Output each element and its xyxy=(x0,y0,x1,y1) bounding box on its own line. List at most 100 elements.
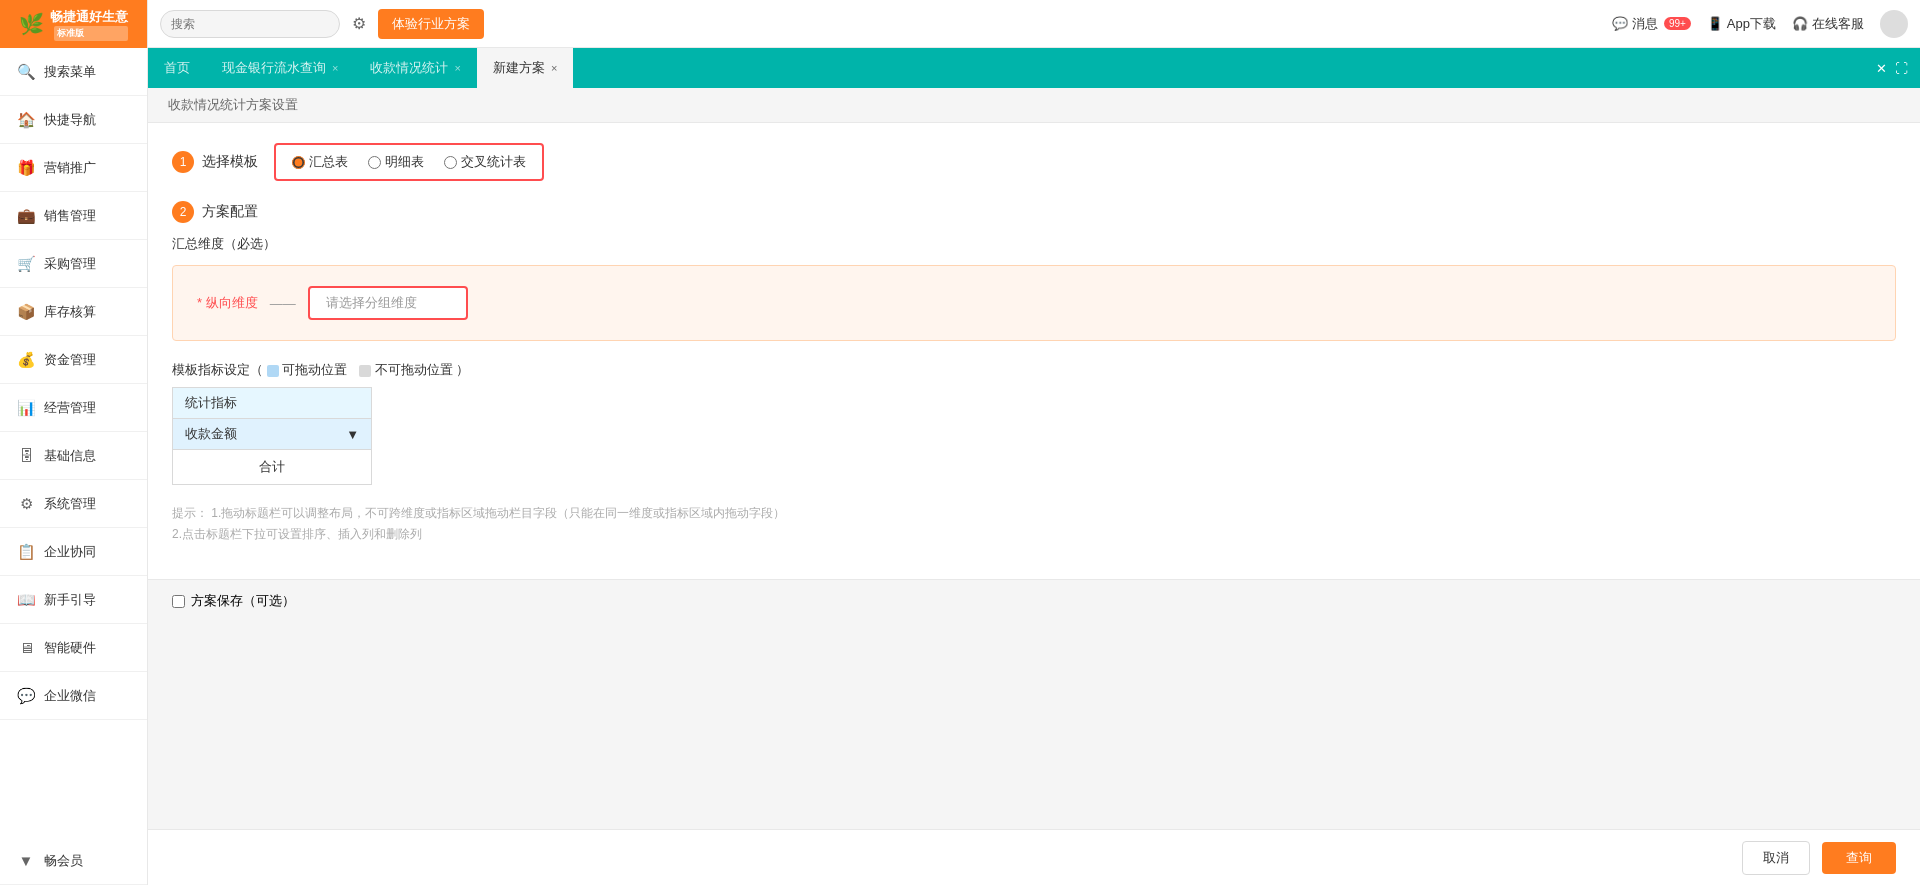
tab-receipts[interactable]: 收款情况统计 × xyxy=(354,48,476,88)
window-expand-icon[interactable]: ⛶ xyxy=(1895,61,1908,76)
radio-cross[interactable]: 交叉统计表 xyxy=(444,153,526,171)
database-icon: 🗄 xyxy=(16,447,36,464)
tab-receipts-close[interactable]: × xyxy=(454,62,460,74)
support-item[interactable]: 🎧 在线客服 xyxy=(1792,15,1864,33)
dimension-row: * 纵向维度 —— 请选择分组维度 xyxy=(197,286,1871,320)
query-button[interactable]: 查询 xyxy=(1822,842,1896,874)
logo-icon: 🌿 xyxy=(19,12,44,36)
stats-col1-header[interactable]: 收款金额 ▼ xyxy=(173,419,371,450)
wechat-icon: 💬 xyxy=(16,687,36,705)
support-icon: 🎧 xyxy=(1792,16,1808,31)
radio-summary[interactable]: 汇总表 xyxy=(292,153,348,171)
sidebar-logo: 🌿 畅捷通好生意 标准版 xyxy=(0,0,147,48)
sidebar-item-label: 畅会员 xyxy=(44,852,83,870)
dimension-placeholder: 请选择分组维度 xyxy=(326,295,417,310)
window-close-icon[interactable]: ✕ xyxy=(1876,61,1887,76)
metrics-label: 模板指标设定（ 可拖动位置 不可拖动位置 ） xyxy=(172,361,1896,379)
topbar-left: ⚙ 体验行业方案 xyxy=(160,9,484,39)
step2-label: 方案配置 xyxy=(202,203,258,221)
sidebar-item-collab[interactable]: 📋 企业协同 xyxy=(0,528,147,576)
drag-dot-blue-demo xyxy=(267,365,279,377)
tab-cashflow-label: 现金银行流水查询 xyxy=(222,59,326,77)
stats-header-label: 统计指标 xyxy=(185,394,237,412)
sidebar-item-guide[interactable]: 📖 新手引导 xyxy=(0,576,147,624)
sidebar-item-search[interactable]: 🔍 搜索菜单 xyxy=(0,48,147,96)
metrics-draggable-label: 可拖动位置 xyxy=(282,362,347,377)
tab-home[interactable]: 首页 xyxy=(148,48,206,88)
tips-section: 提示： 1.拖动标题栏可以调整布局，不可跨维度或指标区域拖动栏目字段（只能在同一… xyxy=(172,505,1896,559)
box-icon: 📦 xyxy=(16,303,36,321)
sidebar-item-label: 智能硬件 xyxy=(44,639,96,657)
sidebar-item-sales[interactable]: 💼 销售管理 xyxy=(0,192,147,240)
dimension-area: * 纵向维度 —— 请选择分组维度 xyxy=(172,265,1896,341)
sidebar-item-quicknav[interactable]: 🏠 快捷导航 xyxy=(0,96,147,144)
stats-header: 统计指标 xyxy=(173,388,371,419)
home-icon: 🏠 xyxy=(16,111,36,129)
radio-detail-input[interactable] xyxy=(368,156,381,169)
search-icon: 🔍 xyxy=(16,63,36,81)
sidebar-item-wechat[interactable]: 💬 企业微信 xyxy=(0,672,147,720)
radio-summary-label[interactable]: 汇总表 xyxy=(309,153,348,171)
radio-detail-label[interactable]: 明细表 xyxy=(385,153,424,171)
hardware-icon: 🖥 xyxy=(16,639,36,656)
topbar-right: 💬 消息 99+ 📱 App下载 🎧 在线客服 xyxy=(1612,10,1908,38)
stats-table: 统计指标 收款金额 ▼ 合计 xyxy=(172,387,372,485)
radio-summary-input[interactable] xyxy=(292,156,305,169)
sales-icon: 💼 xyxy=(16,207,36,225)
sidebar-item-purchase[interactable]: 🛒 采购管理 xyxy=(0,240,147,288)
step1-number: 1 xyxy=(172,151,194,173)
sidebar-item-system[interactable]: ⚙ 系统管理 xyxy=(0,480,147,528)
radio-detail[interactable]: 明细表 xyxy=(368,153,424,171)
tab-newplan-close[interactable]: × xyxy=(551,62,557,74)
tab-home-label: 首页 xyxy=(164,59,190,77)
tab-receipts-label: 收款情况统计 xyxy=(370,59,448,77)
tab-cashflow[interactable]: 现金银行流水查询 × xyxy=(206,48,354,88)
chart-icon: 📊 xyxy=(16,399,36,417)
sidebar-item-base[interactable]: 🗄 基础信息 xyxy=(0,432,147,480)
radio-cross-input[interactable] xyxy=(444,156,457,169)
save-checkbox[interactable] xyxy=(172,595,185,608)
step2-row: 2 方案配置 xyxy=(172,201,1896,223)
sidebar-item-label: 新手引导 xyxy=(44,591,96,609)
industry-button[interactable]: 体验行业方案 xyxy=(378,9,484,39)
message-item[interactable]: 💬 消息 99+ xyxy=(1612,15,1691,33)
dimension-select[interactable]: 请选择分组维度 xyxy=(308,286,468,320)
tab-newplan[interactable]: 新建方案 × xyxy=(477,48,573,88)
tabbar: 首页 现金银行流水查询 × 收款情况统计 × 新建方案 × ✕ ⛶ xyxy=(148,48,1920,88)
cart-icon: 🛒 xyxy=(16,255,36,273)
step1-row: 1 选择模板 汇总表 明细表 交叉统计表 xyxy=(172,143,1896,181)
collab-icon: 📋 xyxy=(16,543,36,561)
sidebar-item-label: 企业协同 xyxy=(44,543,96,561)
stats-dropdown-icon[interactable]: ▼ xyxy=(346,427,359,442)
avatar[interactable] xyxy=(1880,10,1908,38)
cancel-button[interactable]: 取消 xyxy=(1742,841,1810,875)
guide-icon: 📖 xyxy=(16,591,36,609)
search-input[interactable] xyxy=(160,10,340,38)
sidebar-item-marketing[interactable]: 🎁 营销推广 xyxy=(0,144,147,192)
tip-2: 2.点击标题栏下拉可设置排序、插入列和删除列 xyxy=(172,526,1896,543)
sidebar-item-finance[interactable]: 💰 资金管理 xyxy=(0,336,147,384)
tip-1: 提示： 1.拖动标题栏可以调整布局，不可跨维度或指标区域拖动栏目字段（只能在同一… xyxy=(172,505,1896,522)
app-download-item[interactable]: 📱 App下载 xyxy=(1707,15,1776,33)
tab-newplan-label: 新建方案 xyxy=(493,59,545,77)
settings-icon: ⚙ xyxy=(16,495,36,513)
drag-dot-gray-demo xyxy=(359,365,371,377)
save-row: 方案保存（可选） xyxy=(148,579,1920,622)
page-title: 收款情况统计方案设置 xyxy=(148,88,1920,123)
gift-icon: 🎁 xyxy=(16,159,36,177)
sidebar-item-label: 企业微信 xyxy=(44,687,96,705)
sidebar-item-member[interactable]: ▼ 畅会员 xyxy=(0,837,147,885)
sidebar-item-label: 营销推广 xyxy=(44,159,96,177)
member-icon: ▼ xyxy=(16,852,36,869)
step2-number: 2 xyxy=(172,201,194,223)
message-badge: 99+ xyxy=(1664,17,1691,30)
template-box: 汇总表 明细表 交叉统计表 xyxy=(274,143,544,181)
sidebar-item-operation[interactable]: 📊 经营管理 xyxy=(0,384,147,432)
radio-cross-label[interactable]: 交叉统计表 xyxy=(461,153,526,171)
sidebar-item-hardware[interactable]: 🖥 智能硬件 xyxy=(0,624,147,672)
tab-cashflow-close[interactable]: × xyxy=(332,62,338,74)
dimension-title: 汇总维度（必选） xyxy=(172,235,1896,253)
gear-icon[interactable]: ⚙ xyxy=(352,14,366,33)
sidebar-item-label: 经营管理 xyxy=(44,399,96,417)
sidebar-item-inventory[interactable]: 📦 库存核算 xyxy=(0,288,147,336)
